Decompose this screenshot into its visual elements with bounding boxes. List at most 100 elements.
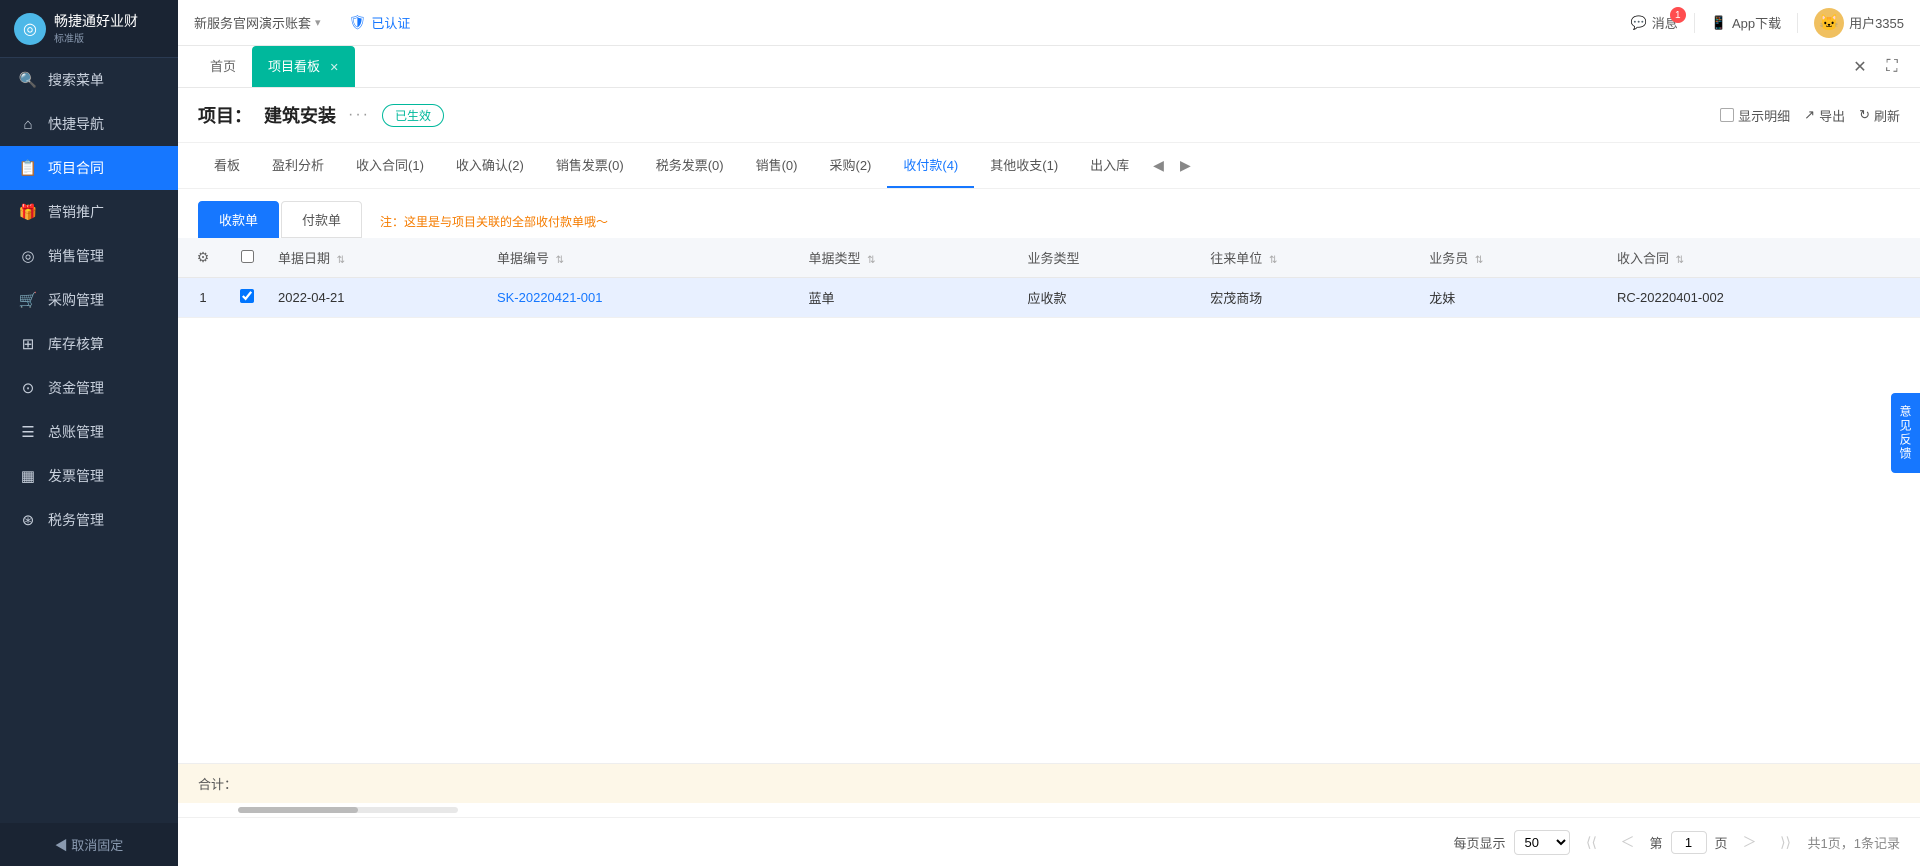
more-options-button[interactable]: ··· (348, 106, 370, 124)
data-table: ⚙ 单据日期 ⇅ 单据编号 ⇅ (178, 238, 1920, 318)
last-page-button[interactable]: ⟩⟩ (1772, 828, 1800, 856)
feedback-button[interactable]: 意见反馈 (1891, 393, 1920, 473)
refresh-icon: ↻ (1859, 107, 1870, 123)
row-checkbox-cell[interactable] (228, 278, 266, 318)
sidebar-item-sales[interactable]: ◎ 销售管理 (0, 234, 178, 278)
next-page-button[interactable]: ＞ (1736, 828, 1764, 856)
export-icon: ↗ (1804, 107, 1815, 123)
sidebar-item-invoice[interactable]: ▦ 发票管理 (0, 454, 178, 498)
summary-footer: 合计： (178, 763, 1920, 803)
inner-tab-receipt[interactable]: 收款单 (198, 201, 279, 238)
th-checkbox (228, 238, 266, 278)
sidebar-item-finance[interactable]: ⊙ 资金管理 (0, 366, 178, 410)
subtab-other-income[interactable]: 其他收支(1) (974, 143, 1074, 188)
prev-page-button[interactable]: ＜ (1614, 828, 1642, 856)
th-number[interactable]: 单据编号 ⇅ (485, 238, 797, 278)
show-detail-toggle[interactable]: 显示明细 (1720, 106, 1790, 125)
app-download-button[interactable]: 📱 App下载 (1711, 13, 1781, 32)
select-all-checkbox[interactable] (241, 250, 254, 263)
sidebar-item-marketing[interactable]: 🎁 营销推广 (0, 190, 178, 234)
page-input[interactable] (1671, 831, 1707, 854)
subtabs: 看板 盈利分析 收入合同(1) 收入确认(2) 销售发票(0) 税务发票(0) … (178, 143, 1920, 189)
row-index: 1 (178, 278, 228, 318)
cancel-fixed-button[interactable]: ◀ 取消固定 (0, 823, 178, 866)
close-window-button[interactable]: ✕ (1848, 55, 1872, 79)
sidebar-item-project-contract[interactable]: 📋 项目合同 (0, 146, 178, 190)
sidebar-item-tax[interactable]: ⊛ 税务管理 (0, 498, 178, 542)
window-controls: ✕ ⛶ (1848, 55, 1904, 79)
sidebar-item-inventory[interactable]: ⊞ 库存核算 (0, 322, 178, 366)
th-salesperson[interactable]: 业务员 ⇅ (1417, 238, 1605, 278)
inventory-icon: ⊞ (18, 335, 38, 353)
inner-tab-payment[interactable]: 付款单 (281, 201, 362, 238)
subtab-warehouse[interactable]: 出入库 (1074, 143, 1145, 188)
subtab-prev-arrow[interactable]: ◀ (1145, 149, 1172, 182)
sort-icon: ⇅ (867, 255, 875, 266)
checkbox-icon (1720, 108, 1734, 122)
dropdown-arrow-icon: ▾ (315, 16, 321, 29)
project-header: 项目： 建筑安装 ··· 已生效 显示明细 ↗ 导出 ↻ 刷新 (178, 88, 1920, 143)
gift-icon: 🎁 (18, 203, 38, 221)
subtab-income-confirm[interactable]: 收入确认(2) (440, 143, 540, 188)
divider (1797, 13, 1798, 33)
th-type[interactable]: 单据类型 ⇅ (797, 238, 1016, 278)
sidebar-item-search[interactable]: 🔍 搜索菜单 (0, 58, 178, 102)
sidebar-logo: ◎ 畅捷通好业财 标准版 (0, 0, 178, 58)
row-checkbox[interactable] (240, 289, 254, 303)
page-suffix: 页 (1715, 833, 1728, 852)
project-name: 建筑安装 (264, 102, 336, 128)
project-actions: 显示明细 ↗ 导出 ↻ 刷新 (1720, 106, 1900, 125)
avatar-image: 🐱 (1814, 8, 1844, 38)
subtab-tax-invoice[interactable]: 税务发票(0) (640, 143, 740, 188)
tab-close-icon[interactable]: ✕ (330, 62, 339, 74)
sort-icon: ⇅ (556, 255, 564, 266)
subtab-income-contract[interactable]: 收入合同(1) (340, 143, 440, 188)
per-page-select[interactable]: 50 20 100 (1514, 830, 1570, 855)
project-selector[interactable]: 新服务官网演示账套 ▾ (194, 13, 321, 32)
subtab-kanban[interactable]: 看板 (198, 143, 256, 188)
th-income-contract[interactable]: 收入合同 ⇅ (1605, 238, 1920, 278)
sidebar: ◎ 畅捷通好业财 标准版 🔍 搜索菜单 ⌂ 快捷导航 📋 项目合同 🎁 营销推广… (0, 0, 178, 866)
tab-project-kanban[interactable]: 项目看板 ✕ (252, 46, 355, 87)
tax-icon: ⊛ (18, 511, 38, 529)
shield-icon: 🛡 (349, 14, 367, 31)
subtab-purchase[interactable]: 采购(2) (813, 143, 887, 188)
settings-icon[interactable]: ⚙ (197, 249, 210, 265)
project-prefix: 项目： (198, 102, 252, 128)
sidebar-item-quick-nav[interactable]: ⌂ 快捷导航 (0, 102, 178, 146)
horizontal-scrollbar-thumb[interactable] (238, 807, 358, 813)
certified-badge: 🛡 已认证 (349, 13, 411, 32)
user-avatar[interactable]: 🐱 用户3355 (1814, 8, 1904, 38)
sidebar-item-ledger[interactable]: ☰ 总账管理 (0, 410, 178, 454)
row-partner: 宏茂商场 (1198, 278, 1417, 318)
finance-icon: ⊙ (18, 379, 38, 397)
project-status-badge: 已生效 (382, 104, 444, 127)
page-label: 第 (1650, 833, 1663, 852)
message-icon: 💬 (1631, 15, 1647, 31)
th-partner[interactable]: 往来单位 ⇅ (1198, 238, 1417, 278)
maximize-window-button[interactable]: ⛶ (1880, 55, 1904, 79)
refresh-button[interactable]: ↻ 刷新 (1859, 106, 1900, 125)
th-date[interactable]: 单据日期 ⇅ (266, 238, 485, 278)
message-button[interactable]: 💬 消息 1 (1631, 13, 1678, 32)
row-type: 蓝单 (797, 278, 1016, 318)
table-row[interactable]: 1 2022-04-21 SK-20220421-001 蓝单 应收款 宏茂商场… (178, 278, 1920, 318)
subtab-sales-invoice[interactable]: 销售发票(0) (540, 143, 640, 188)
horizontal-scrollbar-track[interactable] (238, 807, 458, 813)
subtab-profit[interactable]: 盈利分析 (256, 143, 340, 188)
scroll-row (178, 803, 1920, 817)
tab-home[interactable]: 首页 (194, 46, 252, 87)
th-biz-type: 业务类型 (1015, 238, 1198, 278)
first-page-button[interactable]: ⟨⟨ (1578, 828, 1606, 856)
subtab-next-arrow[interactable]: ▶ (1172, 149, 1199, 182)
sidebar-item-purchase[interactable]: 🛒 采购管理 (0, 278, 178, 322)
subtab-sales[interactable]: 销售(0) (740, 143, 814, 188)
subtab-payment[interactable]: 收付款(4) (887, 143, 974, 188)
th-settings[interactable]: ⚙ (178, 238, 228, 278)
row-income-contract: RC-20220401-002 (1605, 278, 1920, 318)
export-button[interactable]: ↗ 导出 (1804, 106, 1845, 125)
row-salesperson: 龙妹 (1417, 278, 1605, 318)
row-number[interactable]: SK-20220421-001 (485, 278, 797, 318)
phone-icon: 📱 (1711, 15, 1727, 31)
search-icon: 🔍 (18, 71, 38, 89)
